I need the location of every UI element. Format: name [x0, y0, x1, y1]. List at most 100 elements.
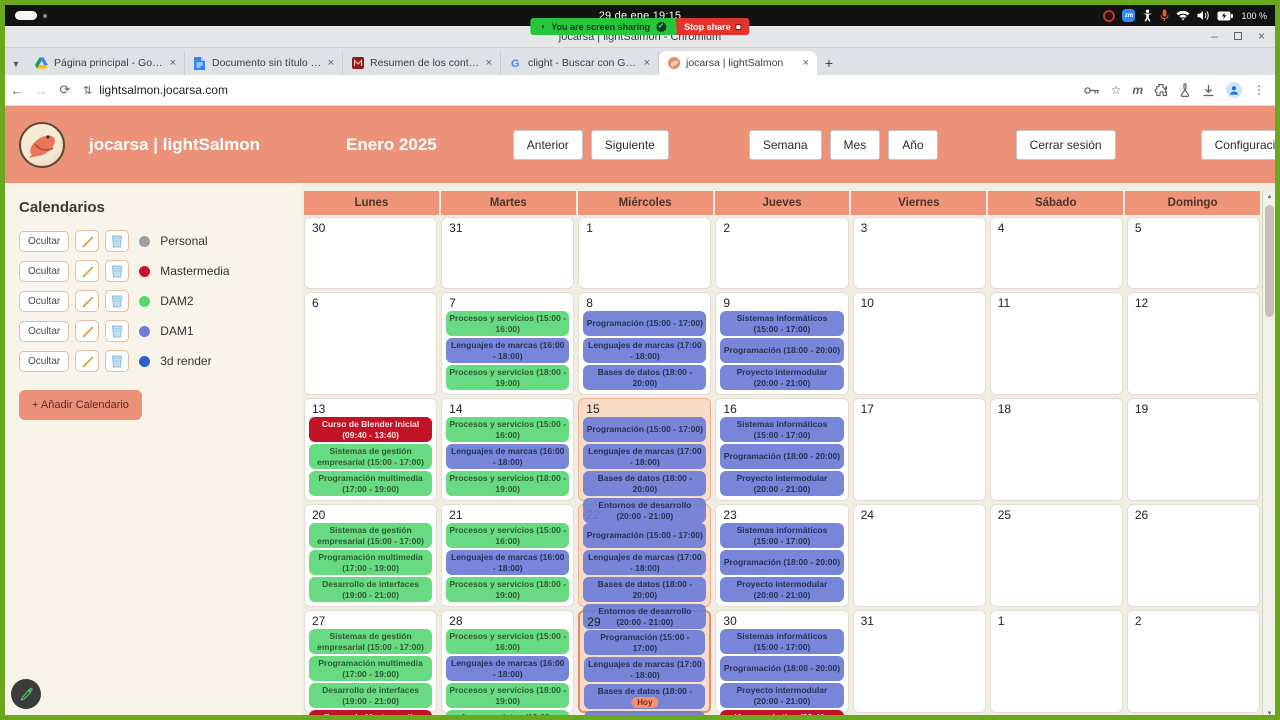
calendar-event[interactable]: Curso de Blender Inicial (09:40 - 13:40) [309, 417, 433, 442]
calendar-event[interactable]: Entornos de desarrollo (20:00 - 21:00) [584, 711, 706, 715]
browser-tab[interactable]: jocarsa | lightSalmon × [659, 51, 817, 75]
day-cell[interactable]: 16 Sistemas informáticos (15:00 - 17:00) P… [715, 398, 849, 501]
day-cell[interactable] [715, 716, 848, 720]
calendar-event[interactable]: Programación (18:00 - 20:00) [720, 550, 844, 575]
hide-calendar-button[interactable]: Ocultar [19, 350, 70, 372]
day-cell-today[interactable]: 29 Programación (15:00 - 17:00) Lenguajes … [578, 610, 712, 715]
scrollbar-thumb[interactable] [1265, 205, 1274, 317]
hide-calendar-button[interactable]: Ocultar [19, 290, 70, 312]
hide-calendar-button[interactable]: Ocultar [19, 260, 70, 282]
calendar-event[interactable]: Programación multimedia (17:00 - 19:00) [309, 656, 433, 681]
calendar-event[interactable]: Programación (15:00 - 17:00) [583, 523, 707, 548]
browser-tab[interactable]: Resumen de los conteni × [343, 51, 501, 75]
calendar-event[interactable]: Sistemas informáticos (15:00 - 17:00) [720, 417, 844, 442]
calendar-event[interactable]: Proyecto intermodular (20:00 - 21:00) [720, 365, 844, 390]
calendar-event[interactable]: Programación (15:00 - 17:00) [583, 311, 707, 336]
day-cell[interactable]: 1 [989, 610, 1123, 713]
day-cell[interactable] [441, 716, 574, 720]
restore-button[interactable] [1233, 32, 1242, 40]
day-cell[interactable]: 4 [989, 217, 1123, 289]
calendar-event[interactable]: Lenguajes de marcas (17:00 - 18:00) [583, 550, 707, 575]
back-icon[interactable]: ← [5, 83, 29, 98]
calendar-event[interactable]: Lenguajes de marcas (17:00 - 18:00) [584, 657, 706, 682]
calendar-event[interactable]: Lenguajes de marcas (17:00 - 18:00) [583, 444, 707, 469]
calendar-event[interactable]: Bases de datos (18:00 - 20:00) [583, 365, 707, 390]
calendar-event[interactable]: Desarrollo de interfaces (19:00 - 21:00) [309, 577, 433, 602]
day-cell[interactable]: 13 Curso de Blender Inicial (09:40 - 13:4… [304, 398, 438, 501]
annotation-pencil-button[interactable] [11, 679, 41, 709]
week-view-button[interactable]: Semana [748, 129, 822, 160]
system-tray[interactable]: zm 100 % [1103, 5, 1267, 26]
edit-pencil-icon[interactable] [75, 230, 100, 252]
calendar-event[interactable]: Sistemas de gestión empresarial (15:00 -… [309, 523, 433, 548]
calendar-event[interactable]: Procesos y servicios (18:00 - 19:00) [446, 683, 570, 708]
day-cell[interactable] [1127, 716, 1260, 720]
browser-tab[interactable]: Página principal - Googl × [27, 51, 185, 75]
tab-close-icon[interactable]: × [170, 57, 176, 69]
calendar-event[interactable]: IA en marketing (09:40 - 13:40) [720, 710, 844, 715]
day-cell[interactable]: 23 Sistemas informáticos (15:00 - 17:00) P… [715, 504, 849, 607]
calendar-event[interactable]: Procesos y servicios (18:00 - 19:00) [446, 471, 570, 496]
day-cell[interactable]: 14 Procesos y servicios (15:00 - 16:00) Le… [441, 398, 575, 501]
calendar-event[interactable]: Lenguajes de marcas (17:00 - 18:00) [583, 338, 707, 363]
day-cell[interactable]: 15 Programación (15:00 - 17:00) Lenguajes … [578, 398, 712, 523]
tab-close-icon[interactable]: × [486, 57, 492, 69]
passwords-key-icon[interactable] [1083, 86, 1100, 95]
day-cell[interactable]: 19 [1126, 398, 1260, 501]
calendar-event[interactable]: Programación (18:00 - 20:00) [720, 444, 844, 469]
downloads-icon[interactable] [1202, 84, 1215, 97]
day-cell[interactable]: 24 [852, 504, 986, 607]
scroll-up-icon[interactable]: ▲ [1263, 191, 1275, 203]
day-cell[interactable]: 8 Programación (15:00 - 17:00) Lenguajes d… [578, 292, 712, 395]
edit-pencil-icon[interactable] [75, 290, 100, 312]
next-month-button[interactable]: Siguiente [590, 129, 669, 160]
day-cell[interactable]: 31 [441, 217, 575, 289]
day-cell[interactable]: 30 Sistemas informáticos (15:00 - 17:00) P… [715, 610, 849, 715]
calendar-event[interactable]: Sistemas informáticos (15:00 - 17:00) [720, 629, 844, 654]
extensions-puzzle-icon[interactable] [1154, 83, 1168, 97]
calendar-event[interactable]: Procesos y servicios (15:00 - 16:00) [446, 311, 570, 336]
add-calendar-button[interactable]: + Añadir Calendario [19, 390, 142, 420]
month-view-button[interactable]: Mes [829, 129, 881, 160]
calendar-event[interactable]: Sistemas de gestión empresarial (15:00 -… [309, 629, 433, 654]
day-cell[interactable]: 28 Procesos y servicios (15:00 - 16:00) Le… [441, 610, 575, 715]
day-cell[interactable]: 27 Sistemas de gestión empresarial (15:00… [304, 610, 438, 715]
bookmark-star-icon[interactable]: ☆ [1111, 83, 1122, 97]
settings-button[interactable]: Configuración [1200, 129, 1275, 160]
day-cell[interactable]: 30 [304, 217, 438, 289]
calendar-event[interactable]: Lenguajes de marcas (16:00 - 18:00) [446, 656, 570, 681]
day-cell[interactable]: 18 [989, 398, 1123, 501]
scroll-down-icon[interactable]: ▼ [1263, 708, 1275, 715]
calendar-event[interactable]: Proyecto intermodular (20:00 - 21:00) [720, 683, 844, 708]
edit-pencil-icon[interactable] [75, 260, 100, 282]
calendar-event[interactable]: Sistemas de gestión empresarial (15:00 -… [309, 444, 433, 469]
edit-pencil-icon[interactable] [75, 320, 100, 342]
calendar-event[interactable]: Procesos y servicios (18:00 - 19:00) [446, 365, 570, 390]
calendar-event[interactable]: Procesos y servicios (15:00 - 16:00) [446, 417, 570, 442]
delete-trash-icon[interactable] [105, 290, 130, 312]
year-view-button[interactable]: Año [888, 129, 938, 160]
vertical-scrollbar[interactable]: ▲ ▼ [1262, 191, 1275, 715]
day-cell[interactable] [990, 716, 1123, 720]
delete-trash-icon[interactable] [105, 260, 130, 282]
calendar-event[interactable]: Entornos de desarrollo (20:00 - 21:00) [583, 498, 707, 523]
calendar-event[interactable]: Procesos y servicios (18:00 - 19:00) [446, 577, 570, 602]
calendar-event[interactable]: Programación (18:00 - 20:00) [720, 338, 844, 363]
minimize-button[interactable]: – [1211, 29, 1218, 43]
calendar-event[interactable]: Fernando Mastermedia (09:40 - 11:40) [309, 710, 433, 715]
calendar-event[interactable]: Desarrollo de interfaces (19:00 - 21:00) [309, 683, 433, 708]
browser-tab[interactable]: Documento sin título - D × [185, 51, 343, 75]
address-text[interactable]: lightsalmon.jocarsa.com [99, 83, 228, 97]
omnibox[interactable]: ⇅ lightsalmon.jocarsa.com [83, 83, 1084, 97]
previous-month-button[interactable]: Anterior [512, 129, 583, 160]
day-cell[interactable]: 10 [852, 292, 986, 395]
tab-close-icon[interactable]: × [644, 57, 650, 69]
calendar-event[interactable]: Lenguajes de marcas (16:00 - 18:00) [446, 444, 570, 469]
activities-indicator[interactable] [15, 11, 47, 20]
calendar-event[interactable]: Lenguajes de marcas (16:00 - 18:00) [446, 550, 570, 575]
profile-avatar[interactable] [1226, 82, 1242, 98]
day-cell[interactable]: 11 [989, 292, 1123, 395]
hide-calendar-button[interactable]: Ocultar [19, 230, 70, 252]
calendar-event[interactable]: Programación multimedia (17:00 - 19:00) [309, 550, 433, 575]
tab-search-chevron-icon[interactable]: ▼ [5, 59, 27, 75]
